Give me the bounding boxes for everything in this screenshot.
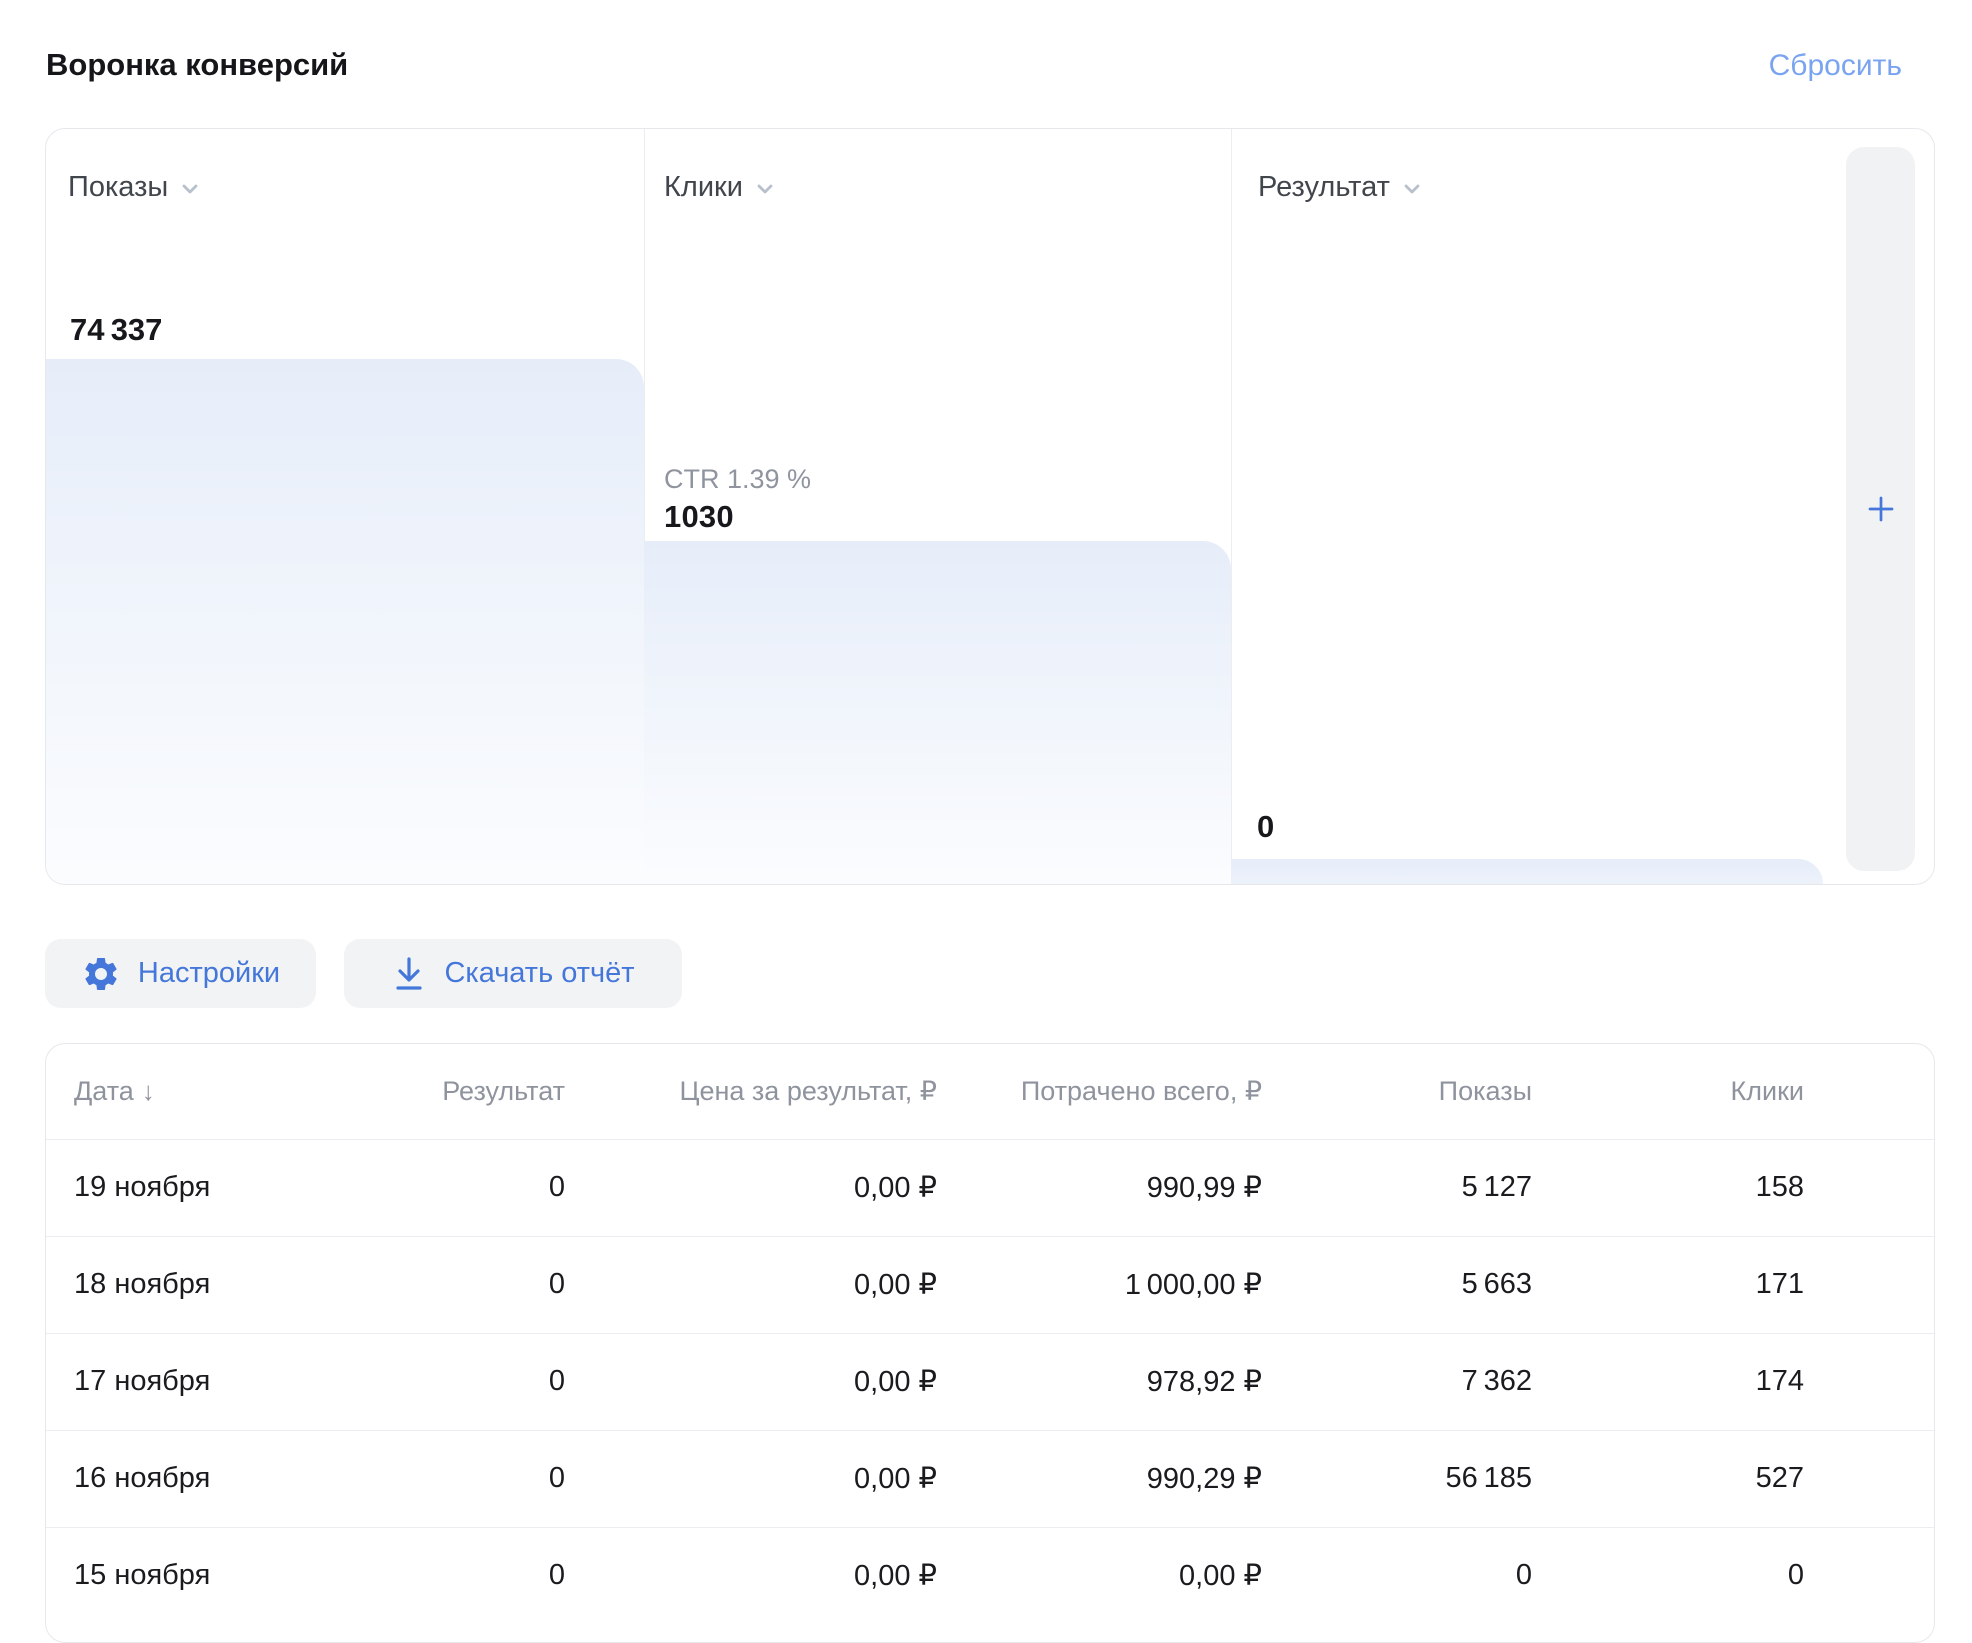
table-row: 16 ноября 0 0,00 ₽ 990,29 ₽ 56 185 527 <box>46 1429 1934 1527</box>
cell-cost-per-result: 0,00 ₽ <box>565 1235 937 1333</box>
funnel-bar-result <box>1231 859 1823 884</box>
table-row: 15 ноября 0 0,00 ₽ 0,00 ₽ 0 0 <box>46 1526 1934 1624</box>
funnel-column-label: Клики <box>664 170 743 203</box>
download-button-label: Скачать отчёт <box>444 957 635 989</box>
cell-cost-per-result: 0,00 ₽ <box>565 1526 937 1624</box>
download-icon <box>396 956 423 990</box>
funnel-metric-selector-result[interactable]: Результат <box>1258 169 1424 205</box>
cell-spent-total: 978,92 ₽ <box>937 1332 1262 1430</box>
cell-result: 0 <box>426 1429 565 1527</box>
cell-date: 15 ноября <box>46 1526 426 1624</box>
table-row: 19 ноября 0 0,00 ₽ 990,99 ₽ 5 127 158 <box>46 1138 1934 1236</box>
cell-result: 0 <box>426 1138 565 1236</box>
toolbar: Настройки Скачать отчёт <box>45 939 682 1008</box>
header-date[interactable]: Дата ↓ <box>46 1044 426 1139</box>
cell-cost-per-result: 0,00 ₽ <box>565 1138 937 1236</box>
cell-spent-total: 0,00 ₽ <box>937 1526 1262 1624</box>
cell-cost-per-result: 0,00 ₽ <box>565 1429 937 1527</box>
gear-icon <box>85 957 117 990</box>
settings-button[interactable]: Настройки <box>45 939 316 1008</box>
cell-clicks: 158 <box>1532 1138 1934 1236</box>
funnel-column-label: Результат <box>1258 170 1390 203</box>
clicks-value: 1030 <box>664 499 734 534</box>
stats-table-card: Дата ↓ Результат Цена за результат, ₽ Пот… <box>45 1043 1935 1643</box>
cell-impressions: 5 663 <box>1262 1235 1532 1333</box>
funnel-metric-selector-impressions[interactable]: Показы <box>68 169 202 205</box>
cell-date: 19 ноября <box>46 1138 426 1236</box>
plus-icon <box>1868 496 1893 522</box>
cell-clicks: 174 <box>1532 1332 1934 1430</box>
result-value: 0 <box>1257 809 1275 844</box>
chevron-down-icon <box>182 184 198 194</box>
stats-table: Дата ↓ Результат Цена за результат, ₽ Пот… <box>46 1044 1934 1624</box>
cell-clicks: 0 <box>1532 1526 1934 1624</box>
cell-spent-total: 1 000,00 ₽ <box>937 1235 1262 1333</box>
cell-result: 0 <box>426 1332 565 1430</box>
column-divider <box>1231 129 1232 884</box>
funnel-card: Показы 74 337 Клики CTR 1.39 % 1030 Резу… <box>45 128 1935 885</box>
cell-impressions: 0 <box>1262 1526 1532 1624</box>
ctr-label: CTR 1.39 % <box>664 464 812 494</box>
cell-clicks: 171 <box>1532 1235 1934 1333</box>
add-column-rail[interactable] <box>1846 147 1915 871</box>
header-cost-per-result: Цена за результат, ₽ <box>679 1075 938 1106</box>
header-clicks: Клики <box>1730 1075 1804 1106</box>
header-result: Результат <box>442 1075 565 1106</box>
settings-button-label: Настройки <box>137 957 281 989</box>
header-date-label: Дата <box>74 1075 134 1106</box>
chevron-down-icon <box>757 184 773 194</box>
cell-cost-per-result: 0,00 ₽ <box>565 1332 937 1430</box>
chevron-down-icon <box>1404 184 1420 194</box>
cell-date: 17 ноября <box>46 1332 426 1430</box>
table-row: 18 ноября 0 0,00 ₽ 1 000,00 ₽ 5 663 171 <box>46 1235 1934 1333</box>
cell-clicks: 527 <box>1532 1429 1934 1527</box>
cell-date: 18 ноября <box>46 1235 426 1333</box>
header-spent-total: Потрачено всего, ₽ <box>1020 1075 1262 1106</box>
page-title: Воронка конверсий <box>46 47 349 82</box>
impressions-value: 74 337 <box>70 312 163 347</box>
download-report-button[interactable]: Скачать отчёт <box>344 939 682 1008</box>
header-impressions: Показы <box>1438 1075 1532 1106</box>
funnel-column-label: Показы <box>68 170 169 203</box>
cell-impressions: 7 362 <box>1262 1332 1532 1430</box>
cell-spent-total: 990,29 ₽ <box>937 1429 1262 1527</box>
funnel-bar-clicks <box>644 541 1231 884</box>
cell-impressions: 56 185 <box>1262 1429 1532 1527</box>
table-header-row: Дата ↓ Результат Цена за результат, ₽ Пот… <box>46 1044 1934 1139</box>
funnel-bar-impressions <box>46 359 644 884</box>
cell-date: 16 ноября <box>46 1429 426 1527</box>
reset-link[interactable]: Сбросить <box>1769 51 1902 81</box>
cell-impressions: 5 127 <box>1262 1138 1532 1236</box>
table-row: 17 ноября 0 0,00 ₽ 978,92 ₽ 7 362 174 <box>46 1332 1934 1430</box>
cell-spent-total: 990,99 ₽ <box>937 1138 1262 1236</box>
sort-desc-icon: ↓ <box>141 1075 155 1106</box>
cell-result: 0 <box>426 1235 565 1333</box>
cell-result: 0 <box>426 1526 565 1624</box>
funnel-metric-selector-clicks[interactable]: Клики <box>664 169 777 205</box>
